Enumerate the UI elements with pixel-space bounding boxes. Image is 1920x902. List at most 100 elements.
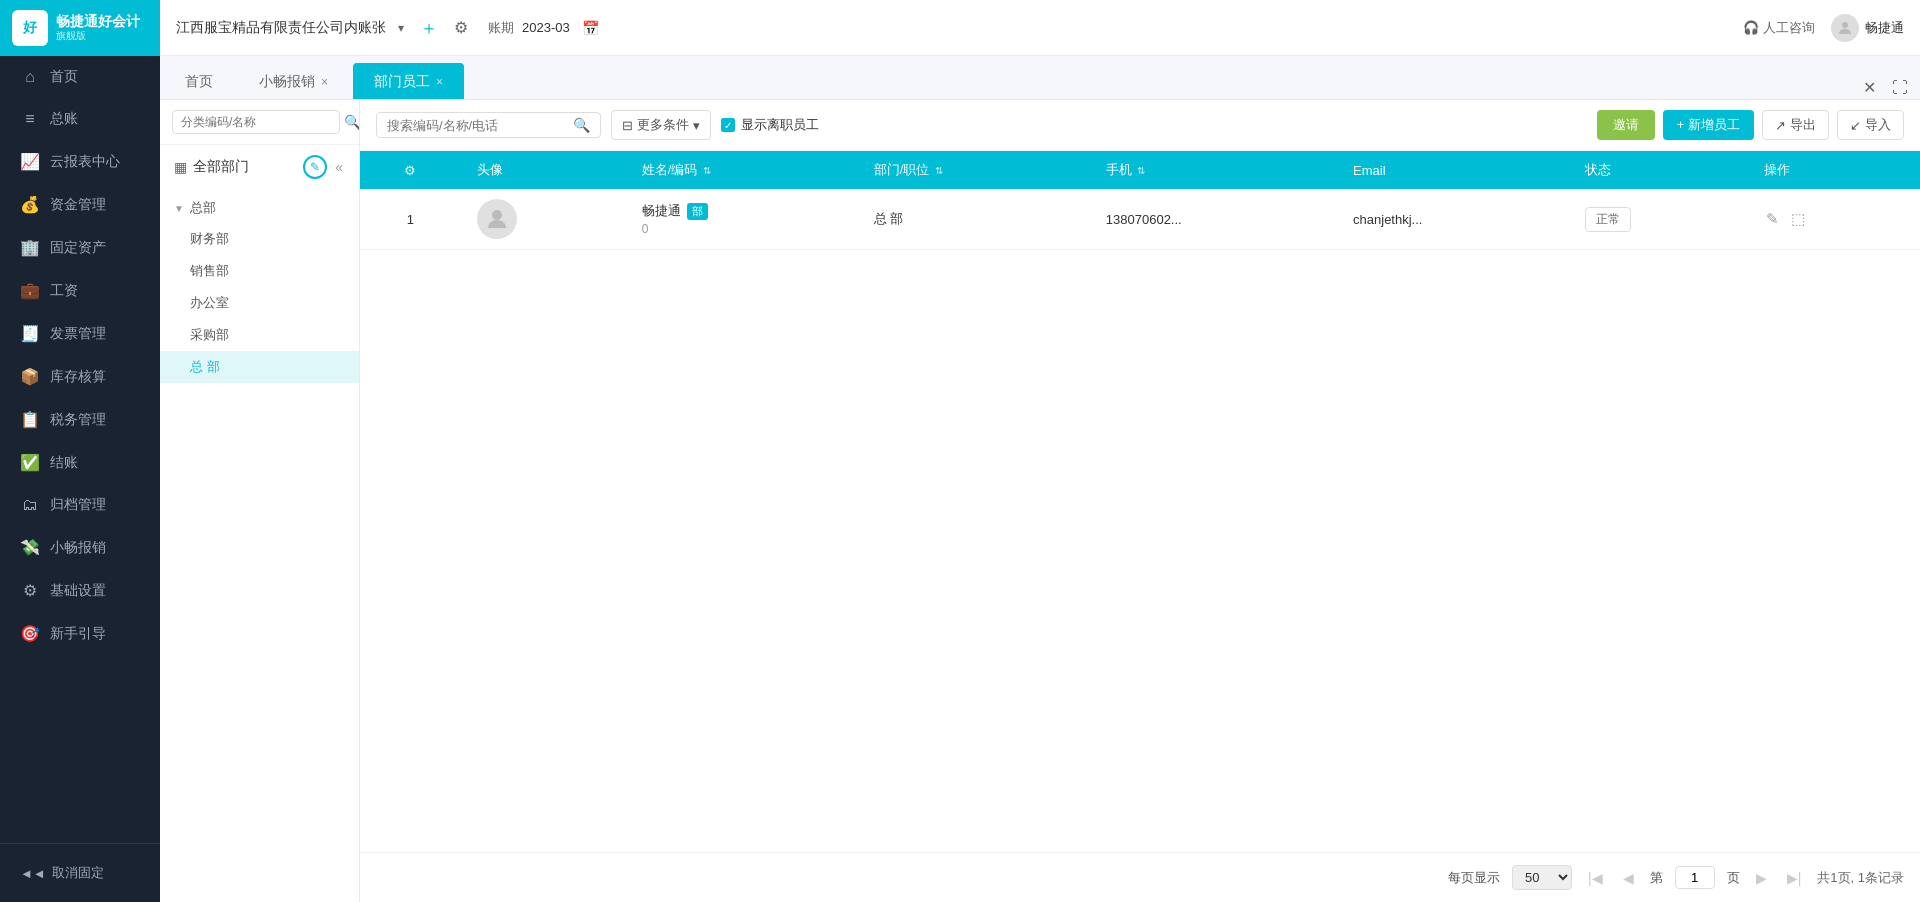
cancel-fix-button[interactable]: ◄◄ 取消固定 [0,854,160,892]
svg-point-1 [492,210,502,220]
dept-item-finance[interactable]: 财务部 [160,223,359,255]
expand-icon: ▼ [174,203,184,214]
add-employee-button[interactable]: + 新增员工 [1663,110,1754,140]
row-no: 1 [360,189,461,250]
main-area: 江西服宝精品有限责任公司内账张 ▾ ＋ ⚙ 账期 2023-03 📅 🎧 人工咨… [160,0,1920,902]
home-icon: ⌂ [20,68,40,86]
import-button[interactable]: ↙ 导入 [1837,110,1904,140]
ai-service-button[interactable]: 🎧 人工咨询 [1743,19,1815,37]
tab-expand-button[interactable]: ⛶ [1888,77,1912,99]
period-value[interactable]: 2023-03 [522,20,570,35]
col-name[interactable]: 姓名/编码 ⇅ [626,151,858,189]
next-page-button[interactable]: ▶ [1752,868,1771,888]
employee-table: ⚙ 头像 姓名/编码 ⇅ 部门/职位 ⇅ 手机 [360,151,1920,852]
sidebar-item-expense[interactable]: 💸 小畅报销 [0,526,160,569]
sidebar-item-assets[interactable]: 🏢 固定资产 [0,226,160,269]
tab-close-button[interactable]: ✕ [1859,76,1880,99]
emp-name-row: 畅捷通 部 [642,202,842,220]
user-avatar [1831,14,1859,42]
page-input[interactable] [1675,866,1715,889]
dept-panel: 🔍 ▦ 全部部门 ✎ « ▼ 总部 财务部 销售部 [160,100,360,902]
sidebar-label-close: 结账 [50,454,78,472]
user-name: 畅捷通 [1865,19,1904,37]
filter-button[interactable]: ⊟ 更多条件 ▾ [611,110,711,140]
per-page-select[interactable]: 50 100 200 [1512,865,1572,890]
row-dept: 总 部 [858,189,1090,250]
emp-name-text: 畅捷通 [642,202,681,220]
emp-search-box: 🔍 [376,112,601,138]
col-setting[interactable]: ⚙ [360,151,461,189]
header-settings-button[interactable]: ⚙ [450,18,472,37]
show-resigned-toggle[interactable]: ✓ 显示离职员工 [721,116,819,134]
dept-search-button[interactable]: 🔍 [344,114,360,130]
dept-all-row[interactable]: ▦ 全部部门 ✎ « [160,145,359,189]
sidebar-item-salary[interactable]: 💼 工资 [0,269,160,312]
row-avatar [461,189,626,250]
dept-item-general[interactable]: 总 部 [160,351,359,383]
dept-edit-button[interactable]: ✎ [303,155,327,179]
tab-employees[interactable]: 部门员工 × [353,63,464,99]
sidebar-item-ledger[interactable]: ≡ 总账 [0,98,160,140]
company-dropdown-button[interactable]: ▾ [394,21,408,35]
resigned-checkbox[interactable]: ✓ [721,118,735,132]
col-name-label: 姓名/编码 [642,162,698,177]
export-button[interactable]: ↗ 导出 [1762,110,1829,140]
tab-home[interactable]: 首页 [164,63,234,99]
logo-text-block: 畅捷通好会计 旗舰版 [56,13,140,44]
first-page-button[interactable]: |◀ [1584,868,1607,888]
sidebar-item-reports[interactable]: 📈 云报表中心 [0,140,160,183]
tab-employees-close[interactable]: × [436,75,443,89]
row-phone: 138070602... [1090,189,1337,250]
calendar-icon[interactable]: 📅 [582,20,599,36]
top-header: 江西服宝精品有限责任公司内账张 ▾ ＋ ⚙ 账期 2023-03 📅 🎧 人工咨… [160,0,1920,56]
prev-page-button[interactable]: ◀ [1619,868,1638,888]
col-avatar: 头像 [461,151,626,189]
sidebar-item-invoice[interactable]: 🧾 发票管理 [0,312,160,355]
left-arrow-icon: ◄◄ [20,866,46,881]
export-icon: ↗ [1775,118,1786,133]
sidebar-item-funds[interactable]: 💰 资金管理 [0,183,160,226]
emp-search-icon[interactable]: 🔍 [573,117,590,133]
logo-icon: 好 [12,10,48,46]
sidebar-label-tax: 税务管理 [50,411,106,429]
edit-button[interactable]: ✎ [1764,208,1781,230]
sidebar-item-tax[interactable]: 📋 税务管理 [0,398,160,441]
tab-expense[interactable]: 小畅报销 × [238,63,349,99]
sidebar-item-guide[interactable]: 🎯 新手引导 [0,612,160,655]
dept-all-icon: ▦ [174,159,187,175]
salary-icon: 💼 [20,281,40,300]
sidebar-scroll: ⌂ 首页 ≡ 总账 📈 云报表中心 💰 资金管理 🏢 固定资产 💼 工资 🧾 发… [0,56,160,843]
col-phone[interactable]: 手机 ⇅ [1090,151,1337,189]
table-footer: 每页显示 50 100 200 |◀ ◀ 第 页 ▶ ▶| 共1页, 1条记录 [360,852,1920,902]
dept-sort-icon: ⇅ [935,165,943,176]
last-page-button[interactable]: ▶| [1783,868,1806,888]
sidebar-item-home[interactable]: ⌂ 首页 [0,56,160,98]
dept-collapse-button[interactable]: « [333,159,345,175]
col-dept[interactable]: 部门/职位 ⇅ [858,151,1090,189]
dept-item-sales[interactable]: 销售部 [160,255,359,287]
invite-button[interactable]: 邀请 [1597,110,1655,140]
toolbar-right: 邀请 + 新增员工 ↗ 导出 ↙ 导入 [1597,110,1904,140]
logout-button[interactable]: ⬚ [1789,208,1807,230]
row-actions: ✎ ⬚ [1748,189,1920,250]
sidebar-item-archive[interactable]: 🗂 归档管理 [0,484,160,526]
archive-icon: 🗂 [20,496,40,514]
sidebar-label-archive: 归档管理 [50,496,106,514]
inventory-icon: 📦 [20,367,40,386]
sidebar-item-settings[interactable]: ⚙ 基础设置 [0,569,160,612]
dept-search-input[interactable] [172,110,340,134]
dept-item-office[interactable]: 办公室 [160,287,359,319]
user-info[interactable]: 畅捷通 [1831,14,1904,42]
sidebar-label-assets: 固定资产 [50,239,106,257]
app-sub: 旗舰版 [56,29,140,43]
import-icon: ↙ [1850,118,1861,133]
sidebar-label-expense: 小畅报销 [50,539,106,557]
company-name[interactable]: 江西服宝精品有限责任公司内账张 [176,19,386,37]
sidebar-item-close[interactable]: ✅ 结账 [0,441,160,484]
emp-search-input[interactable] [387,118,567,133]
dept-item-purchase[interactable]: 采购部 [160,319,359,351]
dept-group-total[interactable]: ▼ 总部 [160,193,359,223]
tab-expense-close[interactable]: × [321,75,328,89]
add-company-button[interactable]: ＋ [416,16,442,40]
sidebar-item-inventory[interactable]: 📦 库存核算 [0,355,160,398]
